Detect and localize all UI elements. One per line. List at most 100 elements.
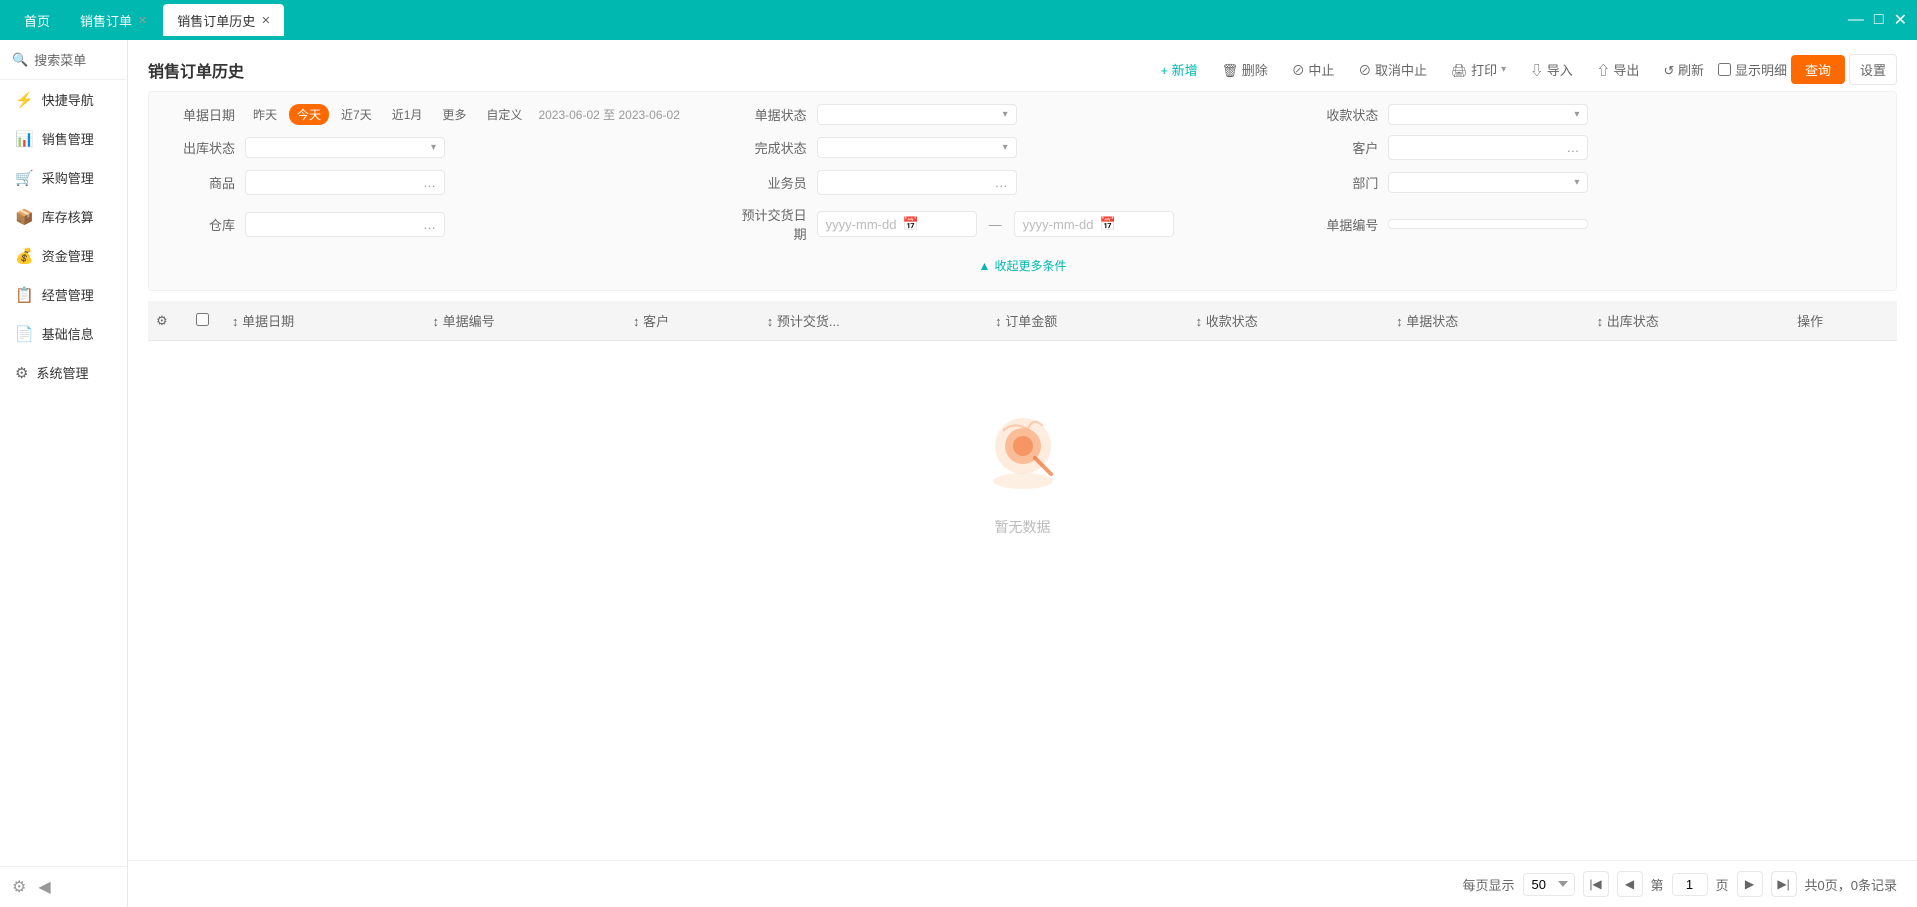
page-last-btn[interactable]: ▶| (1771, 871, 1797, 897)
th-settings[interactable]: ⚙ (148, 301, 188, 341)
th-receive-status[interactable]: ↕ 收款状态 (1188, 301, 1389, 341)
stop-btn[interactable]: ⊘ 中止 (1282, 55, 1345, 84)
delivery-date-start-placeholder: yyyy-mm-dd (826, 217, 897, 232)
show-detail-label: 显示明细 (1735, 60, 1787, 79)
customer-input[interactable]: … (1388, 135, 1588, 160)
receive-status-select[interactable]: ▾ (1388, 104, 1588, 125)
page-next-btn[interactable]: ▶ (1737, 871, 1763, 897)
table-settings-icon[interactable]: ⚙ (156, 313, 168, 328)
tab-sales-order-history-close[interactable]: ✕ (261, 14, 270, 27)
print-chevron-icon: ▾ (1501, 64, 1506, 75)
sidebar-item-quick-nav[interactable]: ⚡ 快捷导航 (0, 80, 127, 119)
show-detail-checkbox[interactable]: 显示明细 (1718, 60, 1787, 79)
sidebar-item-sales-mgmt-label: 销售管理 (42, 129, 94, 148)
th-out-status[interactable]: ↕ 出库状态 (1589, 301, 1790, 341)
page-unit: 页 (1716, 875, 1729, 894)
out-status-control: ▾ (245, 137, 737, 158)
sidebar-item-inventory-calc[interactable]: 📦 库存核算 (0, 197, 127, 236)
sidebar-item-sales-mgmt[interactable]: 📊 销售管理 (0, 119, 127, 158)
page-prev-btn[interactable]: ◀ (1617, 871, 1643, 897)
sidebar-settings-icon[interactable]: ⚙ (12, 877, 26, 897)
refresh-btn[interactable]: ↺ 刷新 (1653, 55, 1714, 84)
out-status-label: 出库状态 (165, 138, 245, 157)
receive-status-label: 收款状态 (1308, 105, 1388, 124)
complete-status-chevron: ▾ (1003, 142, 1008, 153)
th-checkbox[interactable] (188, 301, 224, 341)
select-all-checkbox[interactable] (196, 313, 209, 326)
date-tag-more[interactable]: 更多 (434, 104, 474, 125)
settings-btn[interactable]: 设置 (1849, 54, 1897, 85)
delete-btn[interactable]: 🗑 删除 (1212, 55, 1278, 84)
page-title: 销售订单历史 (148, 58, 244, 82)
th-doc-no[interactable]: ↕ 单据编号 (425, 301, 626, 341)
out-status-chevron: ▾ (431, 142, 436, 153)
page-first-btn[interactable]: |◀ (1583, 871, 1609, 897)
page-number-input[interactable] (1672, 873, 1708, 896)
tab-sales-order-label: 销售订单 (80, 11, 132, 30)
sidebar-item-system-mgmt-label: 系统管理 (36, 363, 88, 382)
warehouse-dots: … (423, 217, 436, 232)
sidebar-item-ops-mgmt[interactable]: 📋 经营管理 (0, 275, 127, 314)
import-btn-label: ⇩ 导入 (1530, 60, 1573, 79)
tab-sales-order[interactable]: 销售订单 ✕ (66, 4, 161, 36)
sidebar-item-finance-mgmt[interactable]: 💰 资金管理 (0, 236, 127, 275)
complete-status-select[interactable]: ▾ (817, 137, 1017, 158)
window-minimize-btn[interactable]: — (1848, 11, 1864, 29)
delivery-date-start[interactable]: yyyy-mm-dd 📅 (817, 211, 977, 237)
import-btn[interactable]: ⇩ 导入 (1520, 55, 1583, 84)
th-order-amount[interactable]: ↕ 订单金额 (987, 301, 1188, 341)
out-status-select[interactable]: ▾ (245, 137, 445, 158)
salesman-label: 业务员 (737, 173, 817, 192)
th-doc-status[interactable]: ↕ 单据状态 (1388, 301, 1589, 341)
export-btn[interactable]: ⇧ 导出 (1587, 55, 1650, 84)
doc-status-select[interactable]: ▾ (817, 104, 1017, 125)
doc-date-control: 昨天 今天 近7天 近1月 更多 自定义 2023-06-02 至 2023-0… (245, 104, 737, 125)
product-dots: … (423, 175, 436, 190)
cancel-stop-btn-label: ⊘ 取消中止 (1358, 60, 1427, 79)
sidebar-item-ops-mgmt-label: 经营管理 (42, 285, 94, 304)
sidebar-collapse-icon[interactable]: ◀ (38, 877, 50, 897)
sidebar-item-basic-info[interactable]: 📄 基础信息 (0, 314, 127, 353)
window-close-btn[interactable]: ✕ (1894, 10, 1907, 30)
delivery-date-control: yyyy-mm-dd 📅 — yyyy-mm-dd 📅 (817, 211, 1309, 237)
th-customer[interactable]: ↕ 客户 (625, 301, 759, 341)
date-tag-1month[interactable]: 近1月 (384, 104, 431, 125)
date-tag-today[interactable]: 今天 (289, 104, 329, 125)
sidebar-item-inventory-calc-label: 库存核算 (42, 207, 94, 226)
date-tag-custom[interactable]: 自定义 (478, 104, 530, 125)
delivery-date-end[interactable]: yyyy-mm-dd 📅 (1014, 211, 1174, 237)
doc-no-input[interactable] (1388, 219, 1588, 229)
sidebar-item-basic-info-label: 基础信息 (42, 324, 94, 343)
tab-sales-order-history[interactable]: 销售订单历史 ✕ (163, 4, 284, 36)
salesman-input[interactable]: … (817, 170, 1017, 195)
dept-select[interactable]: ▾ (1388, 172, 1588, 193)
tab-sales-order-close[interactable]: ✕ (138, 14, 147, 27)
ops-mgmt-icon: 📋 (15, 286, 34, 304)
new-btn-label: + 新增 (1160, 60, 1197, 79)
tab-home-label: 首页 (24, 11, 50, 30)
sidebar-search[interactable]: 🔍 搜索菜单 (0, 40, 127, 80)
date-tag-7days[interactable]: 近7天 (333, 104, 380, 125)
new-btn[interactable]: + 新增 (1150, 55, 1207, 84)
collapse-row[interactable]: ▲ 收起更多条件 (165, 253, 1880, 278)
product-input[interactable]: … (245, 170, 445, 195)
print-btn[interactable]: 🖨 打印 ▾ (1441, 55, 1516, 84)
warehouse-input[interactable]: … (245, 212, 445, 237)
date-tag-yesterday[interactable]: 昨天 (245, 104, 285, 125)
th-doc-date[interactable]: ↕ 单据日期 (224, 301, 425, 341)
refresh-btn-label: ↺ 刷新 (1663, 60, 1704, 79)
customer-dots: … (1566, 140, 1579, 155)
page-label: 第 (1651, 875, 1664, 894)
page-size-select[interactable]: 10 20 50 100 (1523, 873, 1575, 896)
show-detail-input[interactable] (1718, 63, 1731, 76)
th-delivery-date[interactable]: ↕ 预计交货... (759, 301, 987, 341)
tab-home[interactable]: 首页 (10, 4, 64, 36)
empty-text: 暂无数据 (995, 517, 1051, 537)
cancel-stop-btn[interactable]: ⊘ 取消中止 (1348, 55, 1437, 84)
th-customer-label: ↕ 客户 (633, 314, 669, 329)
delivery-date-label: 预计交货日期 (737, 205, 817, 243)
window-maximize-btn[interactable]: □ (1874, 11, 1884, 29)
sidebar-item-system-mgmt[interactable]: ⚙ 系统管理 (0, 353, 127, 392)
query-btn[interactable]: 查询 (1791, 55, 1845, 84)
sidebar-item-purchase-mgmt[interactable]: 🛒 采购管理 (0, 158, 127, 197)
